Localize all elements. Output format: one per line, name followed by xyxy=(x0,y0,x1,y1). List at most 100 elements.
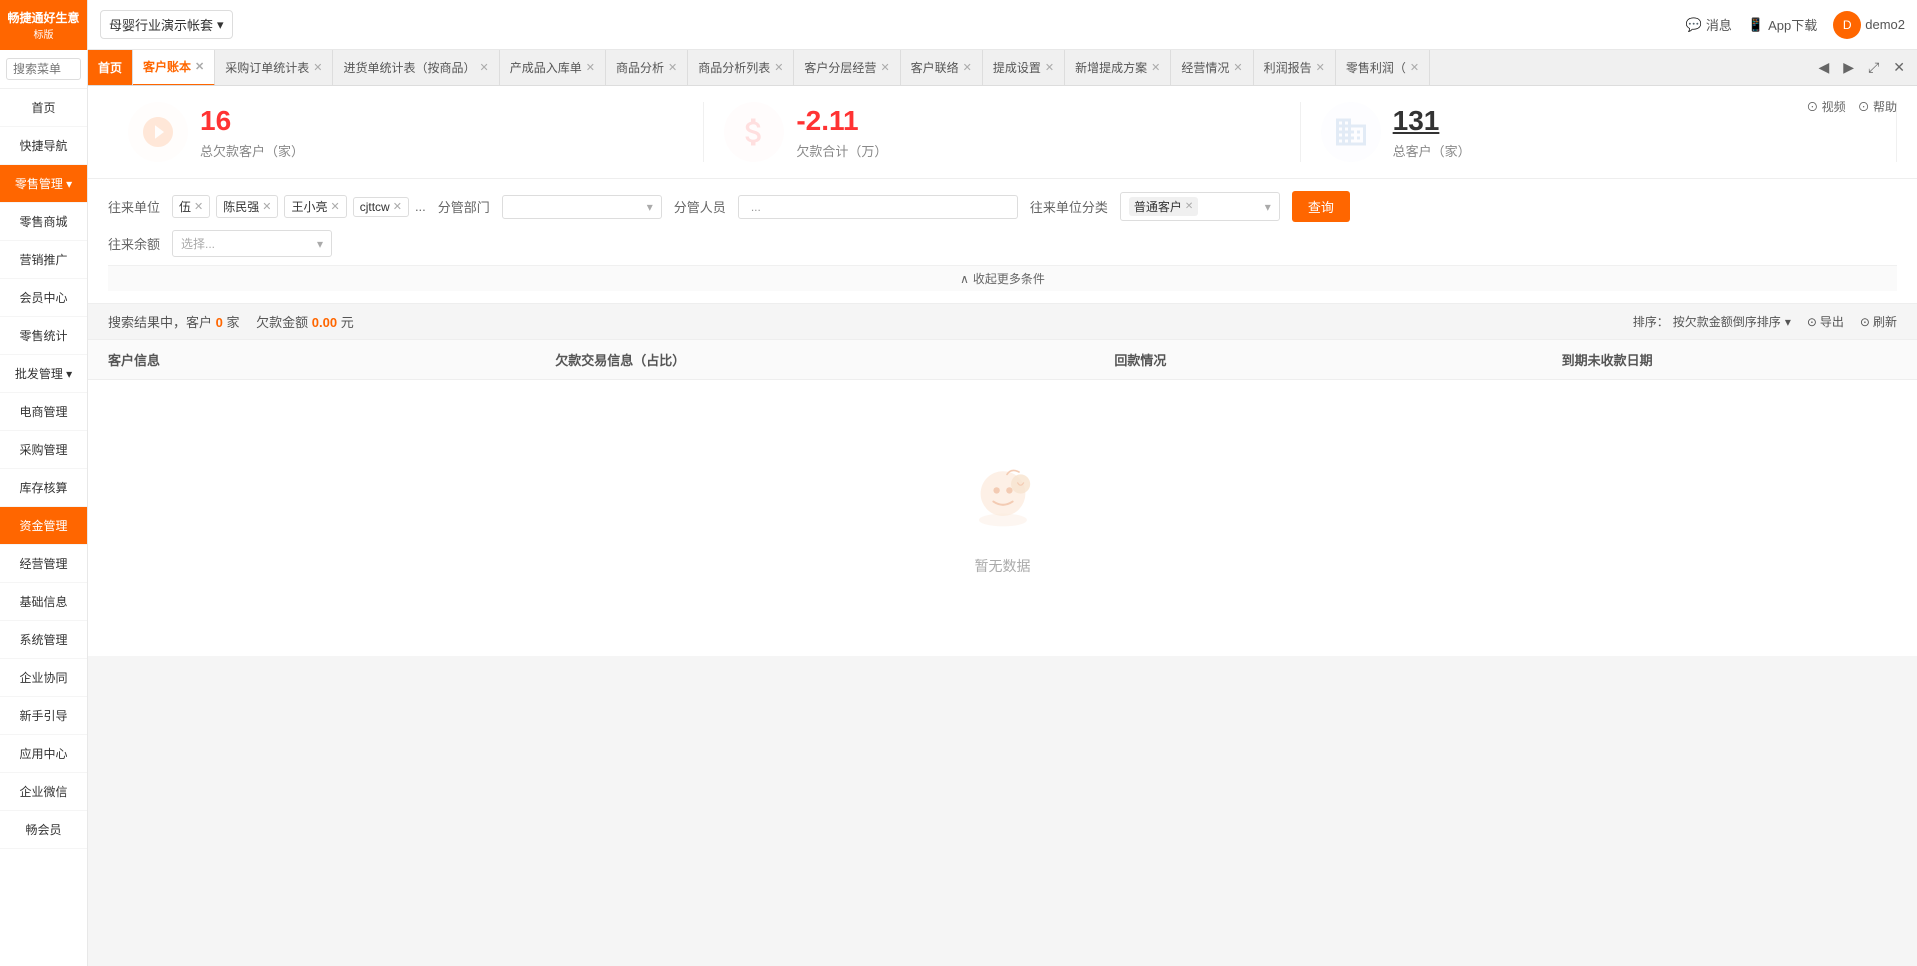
tab-purchase-order-stats[interactable]: 采购订单统计表 ✕ xyxy=(215,50,333,86)
industry-selector[interactable]: 母婴行业演示帐套 ▾ xyxy=(100,10,233,39)
message-label: 消息 xyxy=(1706,15,1732,34)
user-profile[interactable]: D demo2 xyxy=(1833,11,1905,39)
filter-tag-label-3: 王小亮 xyxy=(291,198,327,215)
tab-product-analysis-list[interactable]: 商品分析列表 ✕ xyxy=(688,50,794,86)
filter-tag-unit-1[interactable]: 伍 ✕ xyxy=(172,195,210,218)
refresh-label: 刷新 xyxy=(1873,313,1897,330)
tab-close-icon[interactable]: ✕ xyxy=(1151,61,1160,74)
stat-block-owed-customers: 16 总欠款客户（家） xyxy=(108,102,704,162)
sort-select[interactable]: 排序： 按欠款金额倒序排序 ▾ xyxy=(1633,313,1791,330)
tab-close-icon[interactable]: ✕ xyxy=(195,60,204,73)
sidebar-item-system-mgmt[interactable]: 系统管理 xyxy=(0,621,87,659)
filter-tag-close-2[interactable]: ✕ xyxy=(262,200,271,213)
filter-tag-close-1[interactable]: ✕ xyxy=(194,200,203,213)
sidebar-item-marketing[interactable]: 营销推广 xyxy=(0,241,87,279)
sidebar-item-retail-mall[interactable]: 零售商城 xyxy=(0,203,87,241)
tab-close-icon[interactable]: ✕ xyxy=(668,61,677,74)
col-customer-info: 客户信息 xyxy=(108,350,555,369)
collapse-btn[interactable]: ∧ 收起更多条件 xyxy=(108,265,1897,291)
app-download-btn[interactable]: 📱 App下载 xyxy=(1748,15,1817,34)
sidebar-item-quick-nav[interactable]: 快捷导航 xyxy=(0,127,87,165)
unit-type-select[interactable]: 普通客户 ✕ ▾ xyxy=(1120,192,1280,221)
tab-customer-segment[interactable]: 客户分层经营 ✕ xyxy=(794,50,900,86)
branch-dept-select[interactable]: ▾ xyxy=(502,195,662,219)
tab-close-icon[interactable]: ✕ xyxy=(1045,61,1054,74)
search-input[interactable] xyxy=(6,58,81,80)
sidebar-item-operation-mgmt[interactable]: 经营管理 xyxy=(0,545,87,583)
filter-tag-close-3[interactable]: ✕ xyxy=(331,200,340,213)
tab-close-icon[interactable]: ✕ xyxy=(1316,61,1325,74)
tab-customer-contact[interactable]: 客户联络 ✕ xyxy=(901,50,983,86)
tab-profit-report[interactable]: 利润报告 ✕ xyxy=(1254,50,1336,86)
unit-type-tag: 普通客户 ✕ xyxy=(1129,197,1198,216)
export-btn[interactable]: ⊙ 导出 xyxy=(1807,313,1844,330)
tab-new-mention-plan[interactable]: 新增提成方案 ✕ xyxy=(1065,50,1171,86)
tab-close-icon[interactable]: ✕ xyxy=(1410,61,1419,74)
stat-content-owed-customers: 16 总欠款客户（家） xyxy=(200,105,683,160)
sidebar-item-ecommerce[interactable]: 电商管理 xyxy=(0,393,87,431)
tab-operation-status[interactable]: 经营情况 ✕ xyxy=(1171,50,1253,86)
sidebar-item-pro-member[interactable]: 畅会员 xyxy=(0,811,87,849)
sidebar-item-member-center[interactable]: 会员中心 xyxy=(0,279,87,317)
app-logo[interactable]: 畅捷通好生意 标版 xyxy=(0,0,87,50)
sidebar-item-capital-mgmt[interactable]: 资金管理 xyxy=(0,507,87,545)
branch-person-dots[interactable]: ... xyxy=(751,200,761,214)
tab-close-all-btn[interactable]: ✕ xyxy=(1889,57,1909,78)
query-button[interactable]: 查询 xyxy=(1292,191,1350,222)
video-help-btn[interactable]: ⊙ 视频 xyxy=(1806,98,1845,115)
sidebar-item-basic-info[interactable]: 基础信息 xyxy=(0,583,87,621)
sidebar-item-enterprise-collab[interactable]: 企业协同 xyxy=(0,659,87,697)
industry-name: 母婴行业演示帐套 xyxy=(109,15,213,34)
filter-row-2: 往来余额 选择... ▾ xyxy=(108,230,1897,257)
sidebar-item-retail-mgmt[interactable]: 零售管理 ▾ xyxy=(0,165,87,203)
app-icon: 📱 xyxy=(1748,17,1764,33)
tab-close-icon[interactable]: ✕ xyxy=(1233,61,1242,74)
tab-incoming-stats[interactable]: 进货单统计表（按商品） ✕ xyxy=(333,50,499,86)
filter-tag-unit-4[interactable]: cjttcw ✕ xyxy=(353,197,409,217)
search-prefix: 搜索结果中，客户 xyxy=(108,315,212,330)
tab-close-icon[interactable]: ✕ xyxy=(963,61,972,74)
help-btn[interactable]: ⊙ 帮助 xyxy=(1858,98,1897,115)
sidebar-item-enterprise-wechat[interactable]: 企业微信 xyxy=(0,773,87,811)
tab-close-icon[interactable]: ✕ xyxy=(880,61,889,74)
sidebar-item-new-guide[interactable]: 新手引导 xyxy=(0,697,87,735)
sidebar-item-app-center[interactable]: 应用中心 xyxy=(0,735,87,773)
col-owed-transaction: 欠款交易信息（占比） xyxy=(555,350,1114,369)
sidebar-item-purchase-mgmt[interactable]: 采购管理 xyxy=(0,431,87,469)
belonging-unit-label: 往来单位 xyxy=(108,197,160,216)
tab-product-incoming[interactable]: 产成品入库单 ✕ xyxy=(500,50,606,86)
tab-scroll-right-btn[interactable]: ▶ xyxy=(1839,57,1858,78)
tab-retail-profit[interactable]: 零售利润（ ✕ xyxy=(1336,50,1430,86)
tab-close-icon[interactable]: ✕ xyxy=(313,61,322,74)
tab-accounts-receivable-label: 客户账本 xyxy=(143,58,191,75)
tab-scroll-left-btn[interactable]: ◀ xyxy=(1815,57,1834,78)
sidebar-item-inventory[interactable]: 库存核算 xyxy=(0,469,87,507)
stat-content-owed-amount: -2.11 欠款合计（万） xyxy=(796,105,1279,160)
unit-type-tag-close[interactable]: ✕ xyxy=(1185,201,1193,212)
logo-sub: 标版 xyxy=(34,26,54,41)
col-overdue-date: 到期未收款日期 xyxy=(1562,350,1897,369)
tab-product-analysis[interactable]: 商品分析 ✕ xyxy=(606,50,688,86)
sidebar-item-wholesale-mgmt[interactable]: 批发管理 ▾ xyxy=(0,355,87,393)
tab-mention-settings-label: 提成设置 xyxy=(993,59,1041,76)
tab-close-icon[interactable]: ✕ xyxy=(774,61,783,74)
filter-tag-unit-2[interactable]: 陈民强 ✕ xyxy=(216,195,278,218)
tab-close-icon[interactable]: ✕ xyxy=(586,61,595,74)
message-btn[interactable]: 💬 消息 xyxy=(1686,15,1732,34)
filter-tag-close-4[interactable]: ✕ xyxy=(393,200,402,213)
tab-close-icon[interactable]: ✕ xyxy=(480,61,489,74)
sidebar-item-retail-stats[interactable]: 零售统计 xyxy=(0,317,87,355)
filter-tag-unit-3[interactable]: 王小亮 ✕ xyxy=(284,195,346,218)
empty-state: 暂无数据 xyxy=(88,380,1917,656)
tab-mention-settings[interactable]: 提成设置 ✕ xyxy=(983,50,1065,86)
refresh-btn[interactable]: ⊙ 刷新 xyxy=(1860,313,1897,330)
sidebar-item-home[interactable]: 首页 xyxy=(0,89,87,127)
tab-home[interactable]: 首页 xyxy=(88,50,133,86)
logo-title: 畅捷通好生意 xyxy=(7,9,79,26)
tab-expand-btn[interactable]: ⤢ xyxy=(1864,57,1883,78)
filter-more-tags-btn[interactable]: ... xyxy=(415,199,426,214)
remaining-select[interactable]: 选择... ▾ xyxy=(172,230,332,257)
branch-person-select[interactable]: ... xyxy=(738,195,1018,219)
tab-accounts-receivable[interactable]: 客户账本 ✕ xyxy=(133,50,215,86)
chevron-down-icon: ▾ xyxy=(647,200,653,214)
